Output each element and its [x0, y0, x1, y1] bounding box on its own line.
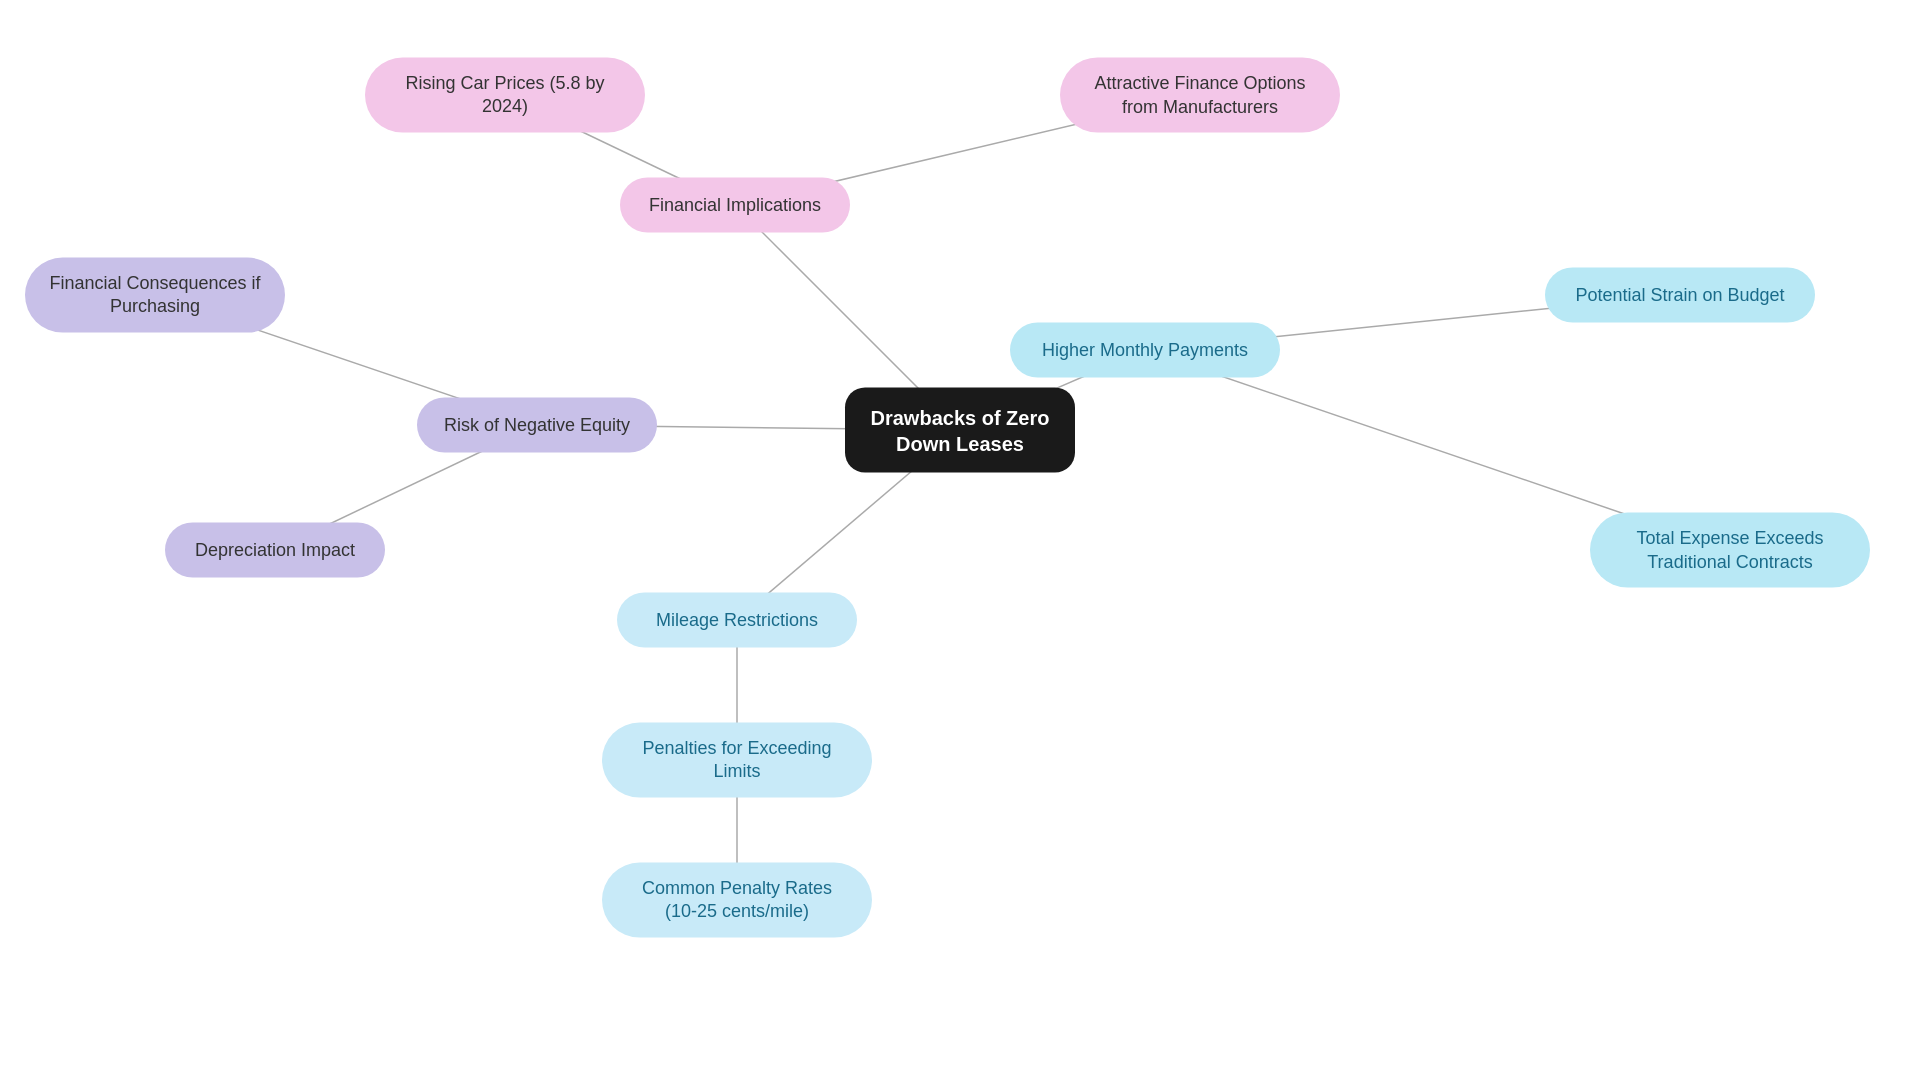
mindmap-container: Drawbacks of Zero Down Leases Financial I…: [0, 0, 1920, 1083]
node-mileage-restrictions: Mileage Restrictions: [617, 593, 857, 648]
node-common-penalty: Common Penalty Rates (10-25 cents/mile): [602, 863, 872, 938]
node-total-expense: Total Expense Exceeds Traditional Contra…: [1590, 513, 1870, 588]
node-depreciation-impact: Depreciation Impact: [165, 523, 385, 578]
center-node: Drawbacks of Zero Down Leases: [845, 388, 1075, 473]
node-rising-car-prices: Rising Car Prices (5.8 by 2024): [365, 58, 645, 133]
node-penalties-exceeding: Penalties for Exceeding Limits: [602, 723, 872, 798]
node-risk-negative-equity: Risk of Negative Equity: [417, 398, 657, 453]
node-financial-implications: Financial Implications: [620, 178, 850, 233]
node-higher-monthly: Higher Monthly Payments: [1010, 323, 1280, 378]
node-attractive-finance: Attractive Finance Options from Manufact…: [1060, 58, 1340, 133]
node-financial-consequences: Financial Consequences if Purchasing: [25, 258, 285, 333]
node-potential-strain: Potential Strain on Budget: [1545, 268, 1815, 323]
